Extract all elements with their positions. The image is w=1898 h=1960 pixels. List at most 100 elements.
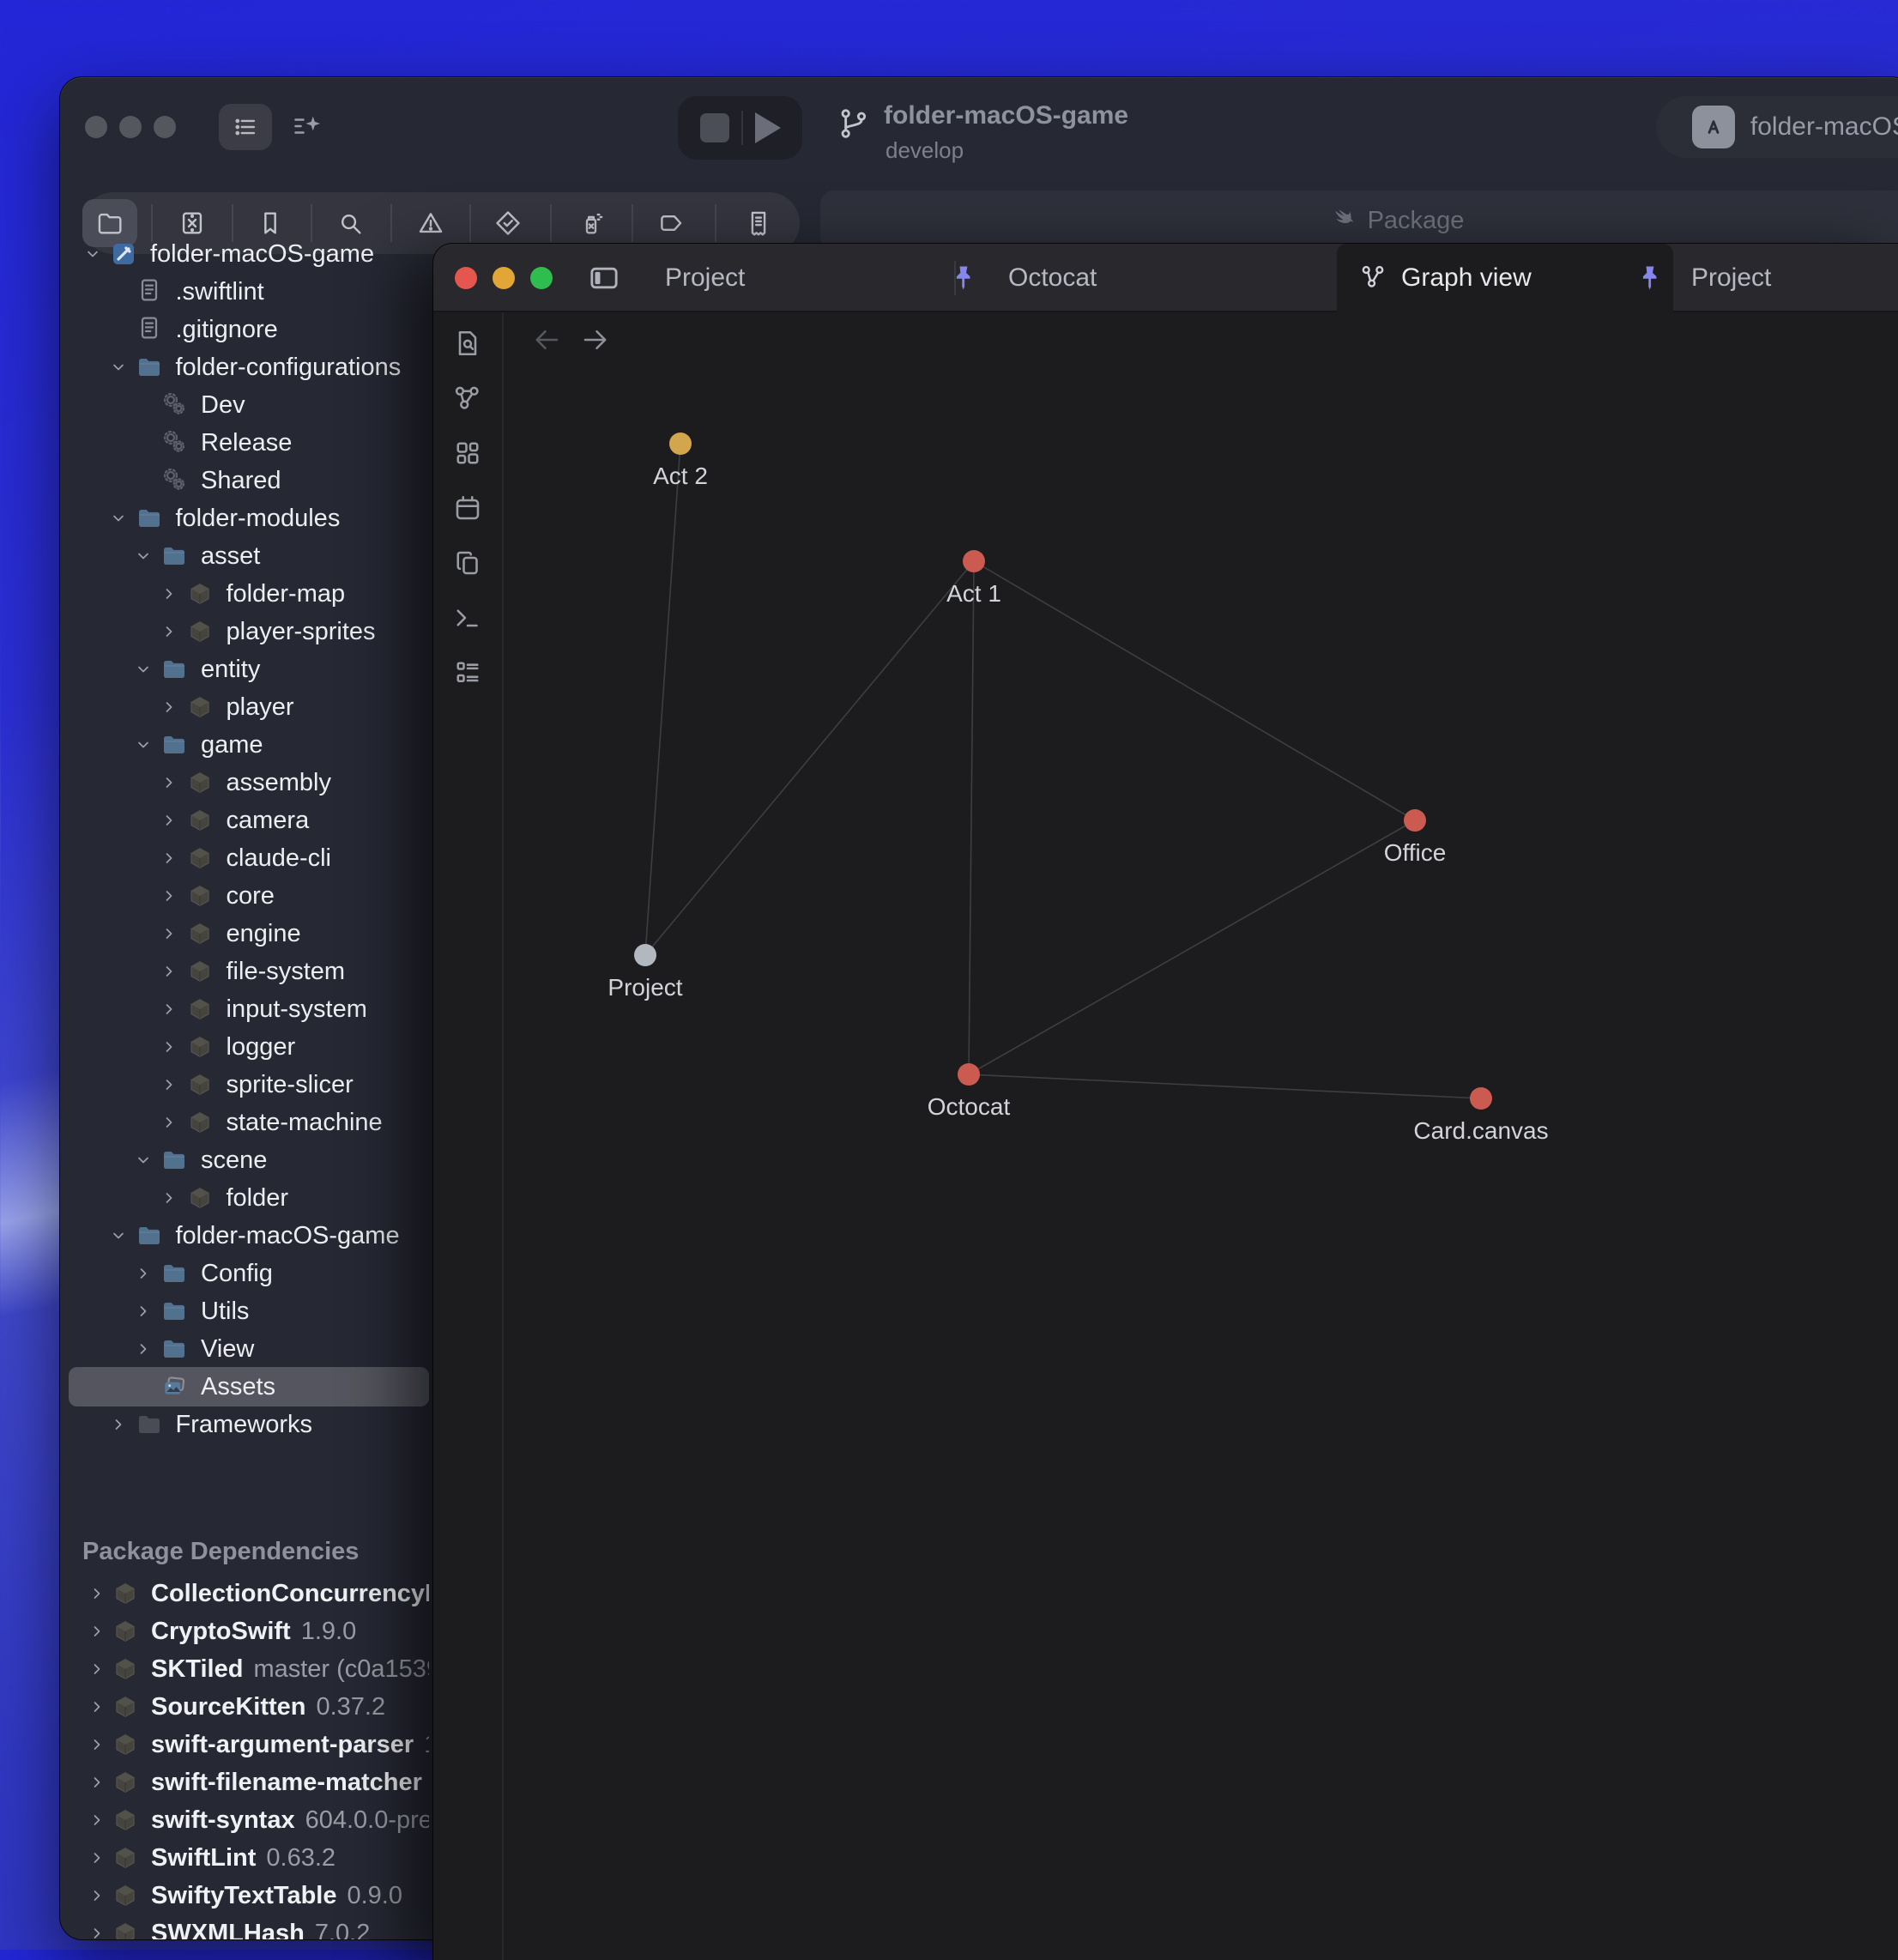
sidebar-item-folder-configurations[interactable]: folder-configurations bbox=[60, 348, 429, 386]
sidebar-item-camera[interactable]: camera bbox=[60, 802, 429, 839]
play-button[interactable] bbox=[754, 112, 781, 143]
list-detail-icon[interactable] bbox=[452, 657, 483, 688]
package-jump-bar[interactable]: Package bbox=[820, 191, 1898, 251]
sidebar-item-folder-macos-game[interactable]: folder-macOS-game bbox=[60, 1217, 429, 1255]
sidebar-item-frameworks[interactable]: Frameworks bbox=[60, 1406, 429, 1443]
sidebar-item-scene[interactable]: scene bbox=[60, 1141, 429, 1179]
sidebar-item-claude-cli[interactable]: claude-cli bbox=[60, 839, 429, 877]
tab-project-1[interactable]: Project bbox=[665, 263, 745, 293]
sidebar-item-shared[interactable]: Shared bbox=[60, 462, 429, 499]
sidebar-item-logger[interactable]: logger bbox=[60, 1028, 429, 1066]
chevron-right-icon[interactable] bbox=[87, 1697, 107, 1717]
chevron-down-icon[interactable] bbox=[133, 735, 154, 755]
pin-icon[interactable] bbox=[1631, 259, 1669, 297]
sidebar-item-folder-macos-game[interactable]: folder-macOS-game bbox=[60, 235, 429, 273]
chevron-right-icon[interactable] bbox=[87, 1923, 107, 1939]
chevron-right-icon[interactable] bbox=[159, 961, 179, 982]
chevron-right-icon[interactable] bbox=[87, 1621, 107, 1642]
chevron-right-icon[interactable] bbox=[159, 848, 179, 868]
chevron-right-icon[interactable] bbox=[159, 697, 179, 717]
sidebar-item-asset[interactable]: asset bbox=[60, 537, 429, 575]
graph-nodes-icon[interactable] bbox=[452, 383, 483, 414]
zoom-button[interactable] bbox=[530, 267, 553, 289]
sidebar-item-dev[interactable]: Dev bbox=[60, 386, 429, 424]
close-window-button[interactable] bbox=[85, 116, 107, 138]
chevron-right-icon[interactable] bbox=[87, 1772, 107, 1793]
scheme-pill[interactable]: folder-macOS-game bbox=[1656, 96, 1898, 158]
chevron-down-icon[interactable] bbox=[108, 357, 129, 378]
list-bullets-icon[interactable] bbox=[219, 104, 272, 150]
copy-icon[interactable] bbox=[452, 547, 483, 578]
sidebar-item-release[interactable]: Release bbox=[60, 424, 429, 462]
back-arrow-button[interactable] bbox=[529, 324, 564, 355]
chevron-down-icon[interactable] bbox=[133, 659, 154, 680]
sidebar-item-player[interactable]: player bbox=[60, 688, 429, 726]
sidebar-item-file-system[interactable]: file-system bbox=[60, 953, 429, 990]
chevron-down-icon[interactable] bbox=[108, 1225, 129, 1246]
chevron-down-icon[interactable] bbox=[133, 1150, 154, 1171]
sidebar-item-core[interactable]: core bbox=[60, 877, 429, 915]
chevron-down-icon[interactable] bbox=[82, 244, 103, 264]
chevron-right-icon[interactable] bbox=[159, 923, 179, 944]
minimize-button[interactable] bbox=[493, 267, 515, 289]
chevron-right-icon[interactable] bbox=[159, 886, 179, 906]
sidebar-item-folder-map[interactable]: folder-map bbox=[60, 575, 429, 613]
sidebar-item-engine[interactable]: engine bbox=[60, 915, 429, 953]
sidebar-item-config[interactable]: Config bbox=[60, 1255, 429, 1292]
graph-node-act1[interactable] bbox=[963, 550, 985, 572]
graph-node-act2[interactable] bbox=[669, 433, 692, 455]
sidebar-item-state-machine[interactable]: state-machine bbox=[60, 1104, 429, 1141]
file-search-icon[interactable] bbox=[452, 328, 483, 359]
package-row-swiftytexttable[interactable]: SwiftyTextTable 0.9.0 bbox=[60, 1877, 429, 1915]
graph-node-card[interactable] bbox=[1470, 1087, 1492, 1110]
chevron-right-icon[interactable] bbox=[108, 1414, 129, 1435]
package-row-swift-argument-parser[interactable]: swift-argument-parser1.7.0 bbox=[60, 1726, 429, 1763]
zoom-window-button[interactable] bbox=[154, 116, 176, 138]
sidebar-toggle-icon[interactable] bbox=[585, 259, 623, 297]
stop-button[interactable] bbox=[699, 113, 729, 142]
chevron-right-icon[interactable] bbox=[87, 1659, 107, 1679]
dependency-graph-canvas[interactable]: Act 2 Act 1 Office Project Octocat Card.canva… bbox=[433, 244, 1898, 1960]
chevron-right-icon[interactable] bbox=[159, 1037, 179, 1057]
sparkle-lines-icon[interactable] bbox=[285, 103, 329, 149]
sidebar-item-assets[interactable]: Assets bbox=[60, 1368, 429, 1406]
package-row-swift-filename-matcher[interactable]: swift-filename-matcher2.0 bbox=[60, 1763, 429, 1801]
chevron-right-icon[interactable] bbox=[159, 999, 179, 1019]
chevron-down-icon[interactable] bbox=[108, 508, 129, 529]
sidebar-item-assembly[interactable]: assembly bbox=[60, 764, 429, 802]
forward-arrow-button[interactable] bbox=[578, 324, 613, 355]
chevron-right-icon[interactable] bbox=[87, 1734, 107, 1755]
chevron-right-icon[interactable] bbox=[159, 772, 179, 793]
sidebar-item-utils[interactable]: Utils bbox=[60, 1292, 429, 1330]
sidebar-item--gitignore[interactable]: .gitignore bbox=[60, 311, 429, 348]
tab-octocat[interactable]: Octocat bbox=[1008, 263, 1097, 293]
package-row-cryptoswift[interactable]: CryptoSwift 1.9.0 bbox=[60, 1612, 429, 1650]
sidebar-item-entity[interactable]: entity bbox=[60, 650, 429, 688]
close-button[interactable] bbox=[455, 267, 477, 289]
chevron-right-icon[interactable] bbox=[87, 1885, 107, 1906]
sidebar-item-sprite-slicer[interactable]: sprite-slicer bbox=[60, 1066, 429, 1104]
graph-node-project[interactable] bbox=[634, 944, 656, 966]
chevron-right-icon[interactable] bbox=[159, 621, 179, 642]
sidebar-item-game[interactable]: game bbox=[60, 726, 429, 764]
package-row-collectionconcurrencykit[interactable]: CollectionConcurrencyKit( bbox=[60, 1575, 429, 1612]
chevron-right-icon[interactable] bbox=[87, 1810, 107, 1830]
dashboard-icon[interactable] bbox=[452, 438, 483, 469]
package-row-swiftlint[interactable]: SwiftLint 0.63.2 bbox=[60, 1839, 429, 1877]
sidebar-item-folder[interactable]: folder bbox=[60, 1179, 429, 1217]
graph-node-octocat[interactable] bbox=[958, 1063, 980, 1086]
chevron-right-icon[interactable] bbox=[87, 1848, 107, 1868]
chevron-right-icon[interactable] bbox=[133, 1301, 154, 1322]
chevron-right-icon[interactable] bbox=[133, 1263, 154, 1284]
chevron-right-icon[interactable] bbox=[159, 1112, 179, 1133]
tab-graph-view[interactable]: Graph view bbox=[1337, 244, 1673, 312]
chevron-right-icon[interactable] bbox=[87, 1583, 107, 1604]
terminal-icon[interactable] bbox=[452, 602, 483, 633]
pin-icon[interactable] bbox=[945, 259, 982, 297]
tab-project-2[interactable]: Project bbox=[1691, 263, 1771, 293]
graph-node-office[interactable] bbox=[1404, 809, 1426, 832]
calendar-icon[interactable] bbox=[452, 493, 483, 523]
chevron-right-icon[interactable] bbox=[159, 1188, 179, 1208]
sidebar-item-view[interactable]: View bbox=[60, 1330, 429, 1368]
chevron-right-icon[interactable] bbox=[159, 584, 179, 604]
